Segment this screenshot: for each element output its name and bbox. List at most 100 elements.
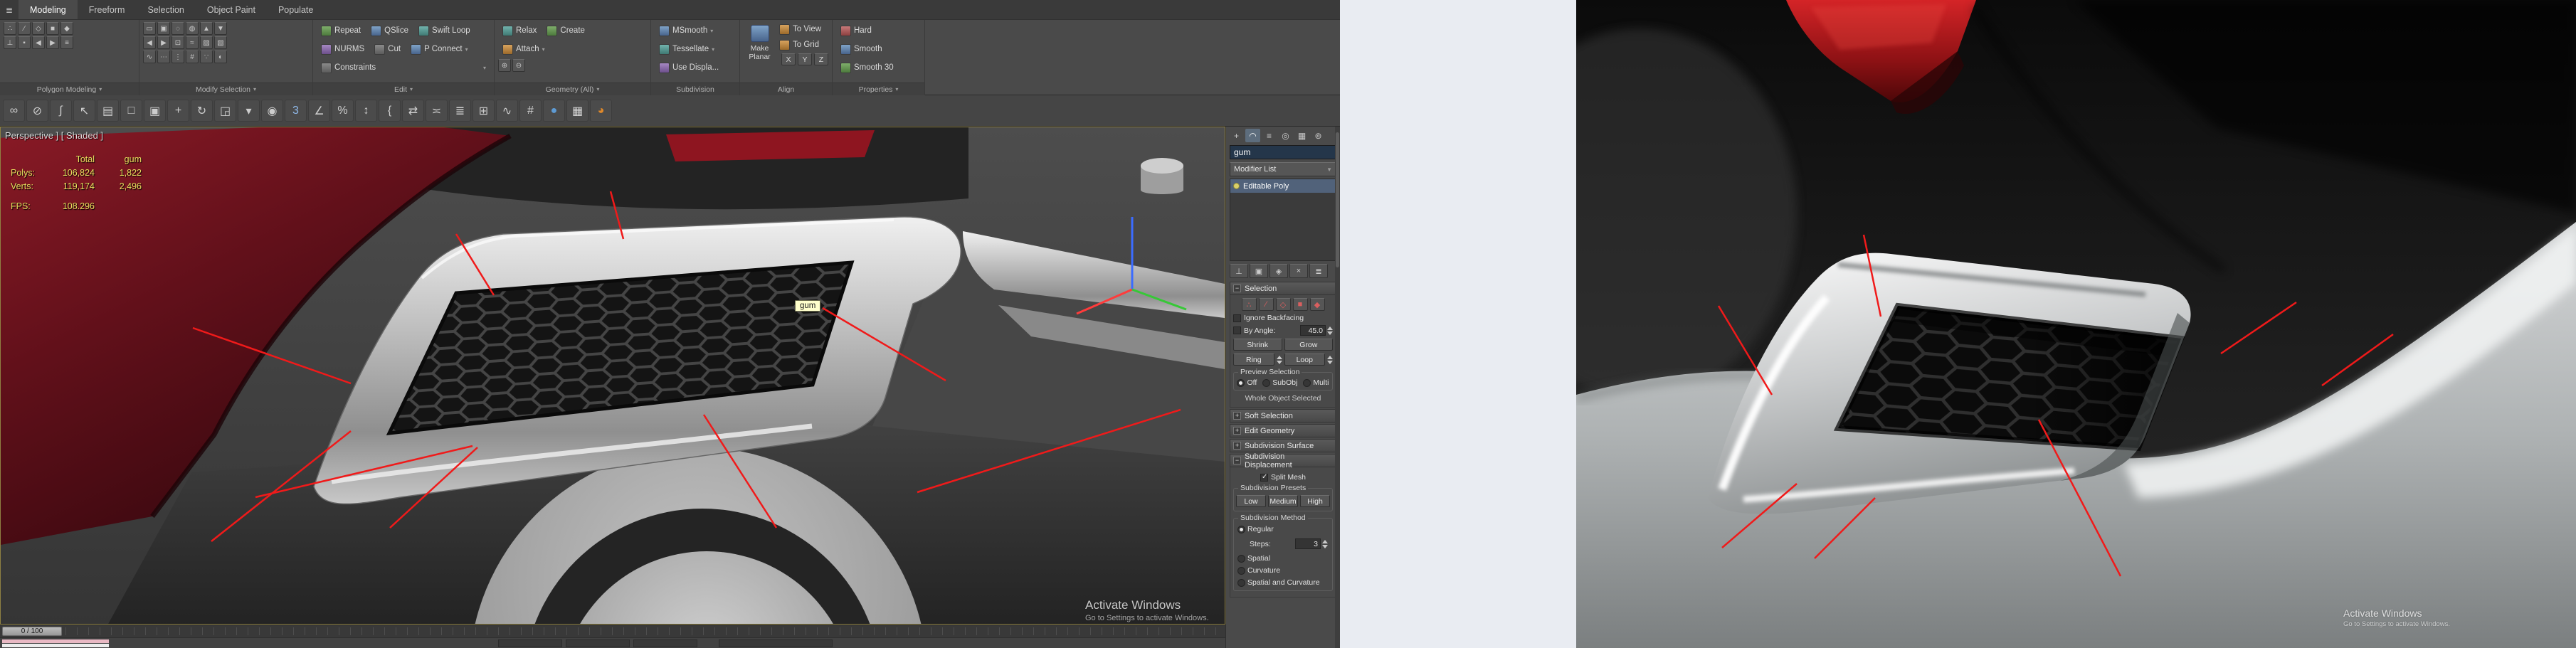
- time-slider[interactable]: 0 / 100: [2, 627, 62, 636]
- collapse-geometry-icon[interactable]: ⊕: [498, 59, 511, 72]
- create-button[interactable]: Create: [542, 22, 589, 39]
- border-subobject-icon[interactable]: ◇: [1275, 298, 1291, 311]
- select-by-numeric-icon[interactable]: #: [186, 51, 199, 63]
- loop-shrink-icon[interactable]: ▼: [214, 22, 227, 35]
- configure-modifier-sets-icon[interactable]: ≣: [1309, 264, 1328, 278]
- expand-icon[interactable]: +: [1233, 442, 1241, 450]
- select-by-name-icon[interactable]: ▤: [97, 100, 119, 122]
- ring-shrink-icon[interactable]: ▶: [157, 36, 170, 49]
- align-z-button[interactable]: Z: [814, 53, 828, 65]
- pin-stack-icon[interactable]: ⊥: [1230, 264, 1248, 278]
- coordinate-y-field[interactable]: [566, 639, 630, 647]
- polygon-modeling-section-label[interactable]: Polygon Modeling ▾: [0, 83, 139, 95]
- spinner-value[interactable]: 45.0: [1300, 325, 1326, 336]
- to-grid-button[interactable]: To Grid: [777, 38, 828, 52]
- cut-button[interactable]: Cut: [370, 41, 405, 58]
- align-x-button[interactable]: X: [781, 53, 796, 65]
- modify-tab-icon[interactable]: ◠: [1245, 129, 1260, 142]
- align-section-label[interactable]: Align: [740, 83, 832, 95]
- geometry-all-section-label[interactable]: Geometry (All) ▾: [495, 83, 650, 95]
- vertex-mode-icon[interactable]: ∴: [4, 22, 16, 35]
- display-tab-icon[interactable]: ▦: [1294, 129, 1309, 142]
- nurms-toggle[interactable]: NURMS: [317, 41, 369, 58]
- collapse-icon[interactable]: −: [1233, 457, 1241, 464]
- soft-selection-rollout-header[interactable]: + Soft Selection: [1230, 409, 1336, 423]
- coordinate-x-field[interactable]: [498, 639, 562, 647]
- by-angle-checkbox[interactable]: [1233, 326, 1241, 334]
- select-and-link-icon[interactable]: ∞: [3, 100, 25, 122]
- next-modifier-icon[interactable]: ▶: [46, 36, 59, 49]
- selection-rollout-header[interactable]: − Selection: [1230, 282, 1336, 295]
- detach-geometry-icon[interactable]: ⊖: [512, 59, 525, 72]
- grow-button[interactable]: Grow: [1284, 339, 1333, 351]
- timeline-ticks[interactable]: [65, 627, 1221, 635]
- preset-low-button[interactable]: Low: [1236, 495, 1266, 507]
- method-regular-radio[interactable]: Regular: [1237, 525, 1329, 533]
- loop-grow-icon[interactable]: ▲: [200, 22, 213, 35]
- ignore-backfacing-icon[interactable]: ◐: [214, 51, 227, 63]
- pin-stack-icon[interactable]: ⊥: [4, 36, 16, 49]
- vertex-subobject-icon[interactable]: ∴: [1241, 298, 1257, 311]
- attach-button[interactable]: Attach ▾: [498, 41, 549, 58]
- shrink-selection-icon[interactable]: ▭: [143, 22, 156, 35]
- expand-icon[interactable]: +: [1233, 427, 1241, 435]
- schematic-view-icon[interactable]: #: [519, 100, 542, 122]
- constraints-dropdown[interactable]: Constraints ▾: [317, 59, 490, 76]
- render-production-icon[interactable]: ◕: [590, 100, 612, 122]
- unlink-selection-icon[interactable]: ⊘: [26, 100, 48, 122]
- panel-scrollbar-thumb[interactable]: [1336, 132, 1339, 267]
- window-crossing-icon[interactable]: ▣: [144, 100, 166, 122]
- modify-selection-section-label[interactable]: Modify Selection ▾: [139, 83, 312, 95]
- collapse-icon[interactable]: −: [1233, 285, 1241, 292]
- polygon-subobject-icon[interactable]: ■: [1292, 298, 1308, 311]
- repeat-button[interactable]: Repeat: [317, 22, 365, 39]
- dot-loop-icon[interactable]: ⋯: [157, 51, 170, 63]
- grow-selection-icon[interactable]: ▣: [157, 22, 170, 35]
- show-end-result-icon[interactable]: ▣: [1250, 264, 1268, 278]
- preview-off-radio[interactable]: Off: [1237, 378, 1257, 387]
- tab-selection[interactable]: Selection: [136, 0, 195, 19]
- selection-region-icon[interactable]: □: [120, 100, 142, 122]
- spinner-value[interactable]: 3: [1295, 538, 1321, 549]
- properties-section-label[interactable]: Properties ▾: [833, 83, 924, 95]
- steps-spinner[interactable]: 3: [1295, 538, 1328, 549]
- tab-object-paint[interactable]: Object Paint: [196, 0, 267, 19]
- relax-button[interactable]: Relax: [498, 22, 541, 39]
- reference-coordinate-dropdown-icon[interactable]: ▾: [238, 100, 260, 122]
- qslice-button[interactable]: QSlice: [366, 22, 413, 39]
- tab-modeling[interactable]: Modeling: [19, 0, 78, 19]
- split-mesh-checkbox[interactable]: [1260, 473, 1268, 482]
- visibility-bulb-icon[interactable]: [1233, 183, 1240, 189]
- swift-loop-button[interactable]: Swift Loop: [414, 22, 475, 39]
- ring-selection-icon[interactable]: ◍: [186, 22, 199, 35]
- ring-button[interactable]: Ring: [1233, 354, 1274, 366]
- expand-icon[interactable]: +: [1233, 412, 1241, 420]
- create-tab-icon[interactable]: +: [1229, 129, 1244, 142]
- spinner-arrows-icon[interactable]: [1327, 326, 1333, 335]
- ring-grow-icon[interactable]: ◀: [143, 36, 156, 49]
- element-mode-icon[interactable]: ◆: [60, 22, 73, 35]
- subdivision-section-label[interactable]: Subdivision: [651, 83, 739, 95]
- select-and-rotate-icon[interactable]: ↻: [191, 100, 213, 122]
- ignore-backfacing-checkbox[interactable]: [1233, 314, 1241, 322]
- msmooth-button[interactable]: MSmooth ▾: [655, 22, 717, 39]
- preset-high-button[interactable]: High: [1300, 495, 1330, 507]
- modifier-list-dropdown[interactable]: Modifier List ▼: [1230, 162, 1336, 176]
- show-end-result-icon[interactable]: ▪: [18, 36, 31, 49]
- timeline[interactable]: 0 / 100: [0, 625, 1225, 637]
- snap-toggle-icon[interactable]: 3: [285, 100, 307, 122]
- bind-to-space-warp-icon[interactable]: ∫: [50, 100, 72, 122]
- previous-modifier-icon[interactable]: ◀: [32, 36, 45, 49]
- spinner-snap-icon[interactable]: ↕: [355, 100, 377, 122]
- named-selection-sets-icon[interactable]: {: [379, 100, 401, 122]
- spinner-arrows-icon[interactable]: [1322, 539, 1328, 548]
- by-angle-spinner[interactable]: 45.0: [1300, 325, 1333, 336]
- polygon-mode-icon[interactable]: ■: [46, 22, 59, 35]
- viewport-canvas[interactable]: [1, 127, 1225, 625]
- collapse-stack-icon[interactable]: ≡: [60, 36, 73, 49]
- use-displacement-button[interactable]: Use Displa...: [655, 59, 723, 76]
- method-spatial-curvature-radio[interactable]: Spatial and Curvature: [1237, 578, 1329, 587]
- hierarchy-tab-icon[interactable]: ≡: [1262, 129, 1277, 142]
- stack-item-editable-poly[interactable]: Editable Poly: [1230, 179, 1336, 193]
- object-name-field[interactable]: gum: [1230, 145, 1336, 159]
